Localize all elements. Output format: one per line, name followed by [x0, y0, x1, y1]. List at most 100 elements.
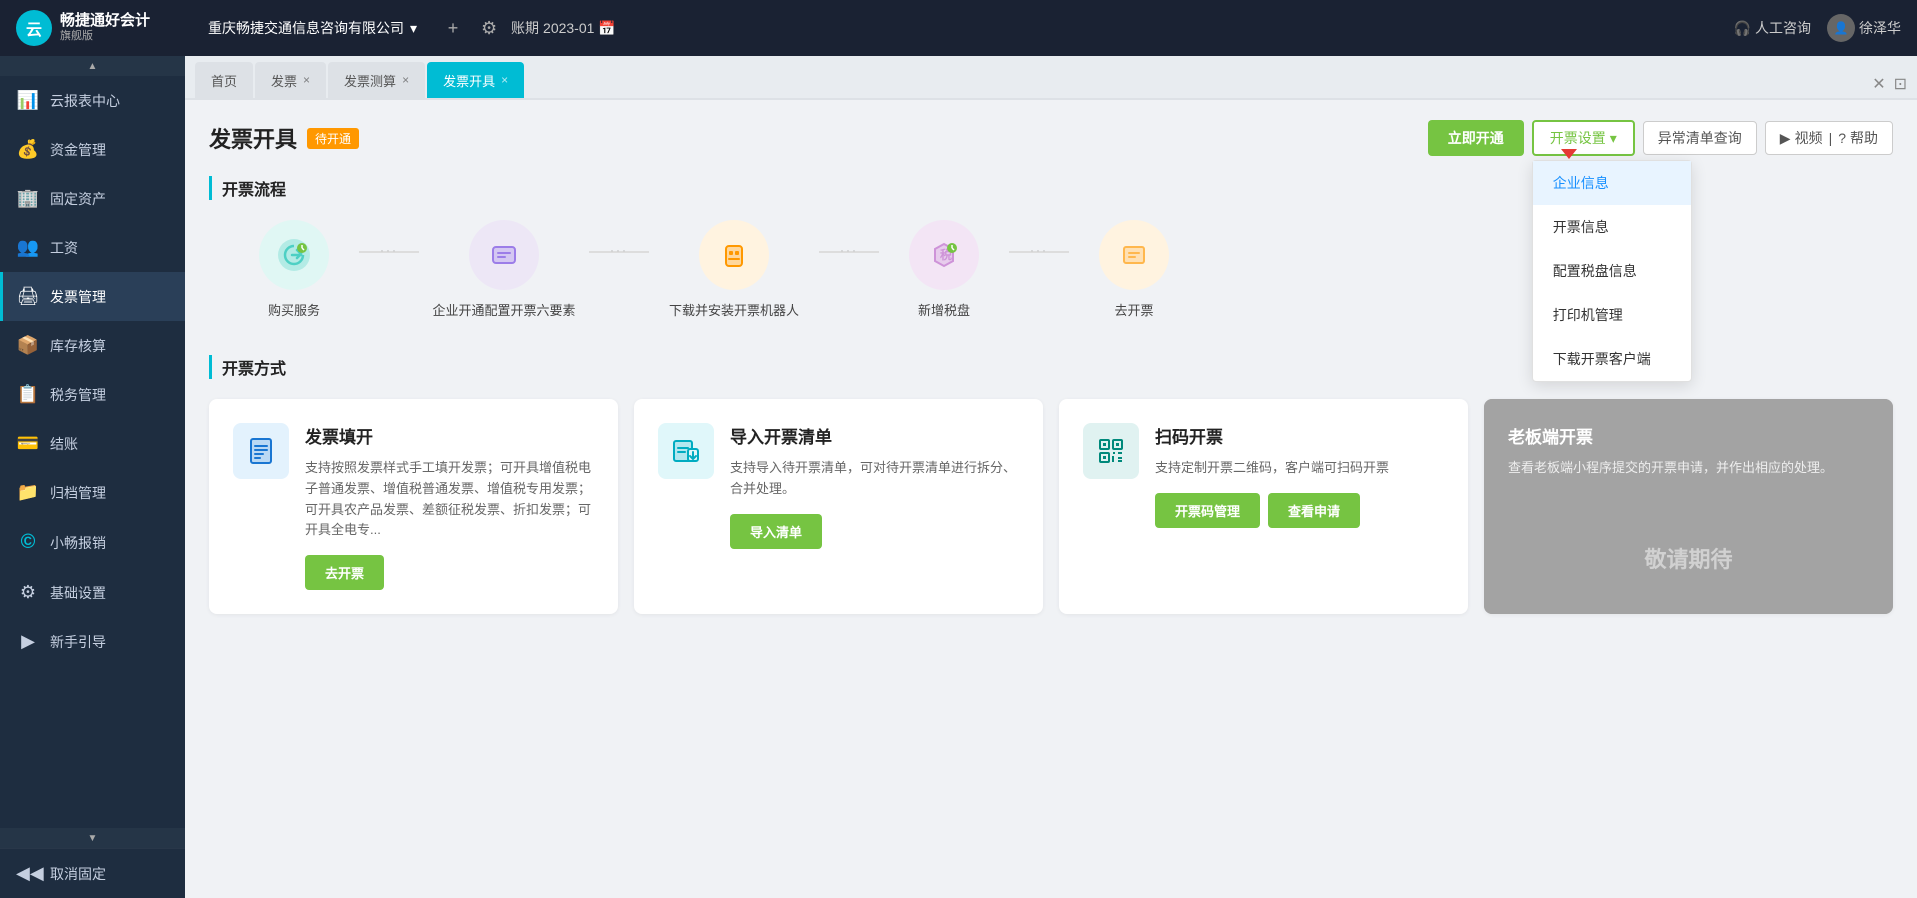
process-step-4: 税 新增税盘 — [879, 220, 1009, 319]
sidebar-item-guide[interactable]: ▶ 新手引导 — [0, 617, 185, 666]
sidebar-item-invoice[interactable]: 🖨 发票管理 — [0, 272, 185, 321]
tab-bar: 首页 发票 × 发票测算 × 发票开具 × ✕ ⊡ — [185, 56, 1917, 100]
dropdown-item-download-client[interactable]: 下载开票客户端 — [1533, 337, 1691, 381]
manual-fill-button[interactable]: 去开票 — [305, 555, 384, 590]
page-title: 发票开具 — [209, 122, 297, 154]
sidebar-label-guide: 新手引导 — [50, 632, 106, 652]
process-icon-3 — [699, 220, 769, 290]
sidebar-item-settlement[interactable]: 💳 结账 — [0, 419, 185, 468]
sidebar-scroll-down[interactable]: ▼ — [0, 828, 185, 848]
sidebar-item-cancel-pin[interactable]: ◀◀ 取消固定 — [0, 848, 185, 898]
main-layout: ▲ 📊 云报表中心 💰 资金管理 🏢 固定资产 👥 工资 🖨 发票管理 📦 库存… — [0, 56, 1917, 898]
logo-icon: 云 — [16, 10, 52, 46]
sidebar-label-fund: 资金管理 — [50, 140, 106, 160]
settings-button[interactable]: 开票设置 ▾ — [1532, 120, 1635, 156]
process-arrow-1 — [359, 251, 419, 253]
status-badge: 待开通 — [307, 128, 359, 149]
sidebar-item-inventory[interactable]: 📦 库存核算 — [0, 321, 185, 370]
cancel-pin-icon: ◀◀ — [16, 863, 40, 884]
dropdown-item-printer[interactable]: 打印机管理 — [1533, 293, 1691, 337]
process-label-5: 去开票 — [1114, 300, 1153, 319]
process-arrow-4 — [1009, 251, 1069, 253]
sidebar: ▲ 📊 云报表中心 💰 资金管理 🏢 固定资产 👥 工资 🖨 发票管理 📦 库存… — [0, 56, 185, 898]
sidebar-label-cancel-pin: 取消固定 — [50, 864, 106, 884]
service-button[interactable]: 🎧 人工咨询 — [1734, 18, 1811, 38]
invoice-icon: 🖨 — [16, 286, 40, 307]
process-label-4: 新增税盘 — [918, 300, 970, 319]
sidebar-label-asset: 固定资产 — [50, 189, 106, 209]
tab-home[interactable]: 首页 — [195, 62, 253, 98]
calendar-icon[interactable]: 📅 — [598, 20, 615, 37]
sidebar-item-cloud-report[interactable]: 📊 云报表中心 — [0, 76, 185, 125]
top-actions: + ⚙ 账期 2023-01 📅 — [439, 14, 616, 42]
sidebar-label-payroll: 工资 — [50, 238, 78, 258]
tab-invoice[interactable]: 发票 × — [255, 62, 326, 98]
content-area: 首页 发票 × 发票测算 × 发票开具 × ✕ ⊡ — [185, 56, 1917, 898]
header-actions: 立即开通 开票设置 ▾ 企业信息 — [1428, 120, 1893, 156]
invoice-methods-cards: 发票填开 支持按照发票样式手工填开发票；可开具增值税电子普通发票、增值税普通发票… — [209, 399, 1893, 614]
logo-text: 畅捷通好会计 旗舰版 — [60, 12, 150, 43]
help-circle-icon: ? — [1838, 130, 1846, 146]
company-selector[interactable]: 重庆畅捷交通信息咨询有限公司 ▾ — [198, 14, 427, 42]
sidebar-item-asset[interactable]: 🏢 固定资产 — [0, 174, 185, 223]
process-arrow-3 — [819, 251, 879, 253]
process-icon-2 — [469, 220, 539, 290]
card-title-import: 导入开票清单 — [730, 423, 1019, 448]
dropdown-item-tax-config[interactable]: 配置税盘信息 — [1533, 249, 1691, 293]
card-title-manual: 发票填开 — [305, 423, 594, 448]
settings-icon[interactable]: ⚙ — [475, 14, 503, 42]
headset-icon: 🎧 — [1734, 20, 1751, 37]
dropdown-item-invoice-info[interactable]: 开票信息 — [1533, 205, 1691, 249]
guide-icon: ▶ — [16, 631, 40, 652]
cloud-report-icon: 📊 — [16, 90, 40, 111]
dropdown-item-company-info[interactable]: 企业信息 — [1533, 161, 1691, 205]
card-desc-import: 支持导入待开票清单，可对待开票清单进行拆分、合并处理。 — [730, 458, 1019, 500]
sidebar-item-archive[interactable]: 📁 归档管理 — [0, 468, 185, 517]
tab-window-controls: ✕ ⊡ — [1872, 74, 1907, 94]
sidebar-item-settings[interactable]: ⚙ 基础设置 — [0, 568, 185, 617]
card-body-scan: 扫码开票 支持定制开票二维码，客户端可扫码开票 开票码管理 查看申请 — [1155, 423, 1444, 528]
video-play-icon: ▶ — [1780, 130, 1791, 147]
sidebar-item-mini[interactable]: © 小畅报销 — [0, 517, 185, 568]
sidebar-scroll-up[interactable]: ▲ — [0, 56, 185, 76]
card-icon-manual — [233, 423, 289, 479]
video-button[interactable]: ▶ 视频 | ? 帮助 — [1765, 121, 1893, 155]
qr-manage-button[interactable]: 开票码管理 — [1155, 493, 1260, 528]
activate-button[interactable]: 立即开通 — [1428, 120, 1524, 156]
top-bar: 云 畅捷通好会计 旗舰版 重庆畅捷交通信息咨询有限公司 ▾ + ⚙ 账期 202… — [0, 0, 1917, 56]
tab-invoice-close[interactable]: × — [303, 73, 310, 87]
logo-sub: 旗舰版 — [60, 30, 150, 43]
fund-icon: 💰 — [16, 139, 40, 160]
tab-invoice-issue[interactable]: 发票开具 × — [427, 62, 524, 98]
tab-invoice-issue-close[interactable]: × — [501, 73, 508, 87]
process-label-3: 下载并安装开票机器人 — [669, 300, 799, 319]
asset-icon: 🏢 — [16, 188, 40, 209]
card-boss-terminal: 老板端开票 查看老板端小程序提交的开票申请，并作出相应的处理。 敬请期待 — [1484, 399, 1893, 614]
process-arrow-2 — [589, 251, 649, 253]
card-desc-manual: 支持按照发票样式手工填开发票；可开具增值税电子普通发票、增值税普通发票、增值税专… — [305, 458, 594, 541]
sidebar-item-tax[interactable]: 📋 税务管理 — [0, 370, 185, 419]
card-title-scan: 扫码开票 — [1155, 423, 1444, 448]
sidebar-label-invoice: 发票管理 — [50, 287, 106, 307]
tab-maximize[interactable]: ⊡ — [1894, 74, 1907, 94]
settings-dropdown-menu: 企业信息 开票信息 配置税盘信息 打印机管理 — [1532, 160, 1692, 382]
coming-soon-text: 敬请期待 — [1644, 542, 1732, 574]
sidebar-item-fund[interactable]: 💰 资金管理 — [0, 125, 185, 174]
import-list-button[interactable]: 导入清单 — [730, 514, 822, 549]
page-title-area: 发票开具 待开通 — [209, 122, 359, 154]
avatar: 👤 — [1827, 14, 1855, 42]
view-application-button[interactable]: 查看申请 — [1268, 493, 1360, 528]
logo-main: 畅捷通好会计 — [60, 12, 150, 30]
tab-invoice-calc-close[interactable]: × — [402, 73, 409, 87]
scan-buttons: 开票码管理 查看申请 — [1155, 493, 1444, 528]
card-scan-code: 扫码开票 支持定制开票二维码，客户端可扫码开票 开票码管理 查看申请 — [1059, 399, 1468, 614]
tab-close-window[interactable]: ✕ — [1872, 74, 1885, 94]
exception-list-button[interactable]: 异常清单查询 — [1643, 121, 1757, 155]
dropdown-arrow-icon: ▾ — [410, 20, 417, 37]
tab-invoice-calc[interactable]: 发票测算 × — [328, 62, 425, 98]
add-icon[interactable]: + — [439, 14, 467, 42]
top-right: 🎧 人工咨询 👤 徐泽华 — [1734, 14, 1901, 42]
sidebar-item-payroll[interactable]: 👥 工资 — [0, 223, 185, 272]
period-label: 账期 2023-01 📅 — [511, 18, 616, 38]
user-profile[interactable]: 👤 徐泽华 — [1827, 14, 1901, 42]
